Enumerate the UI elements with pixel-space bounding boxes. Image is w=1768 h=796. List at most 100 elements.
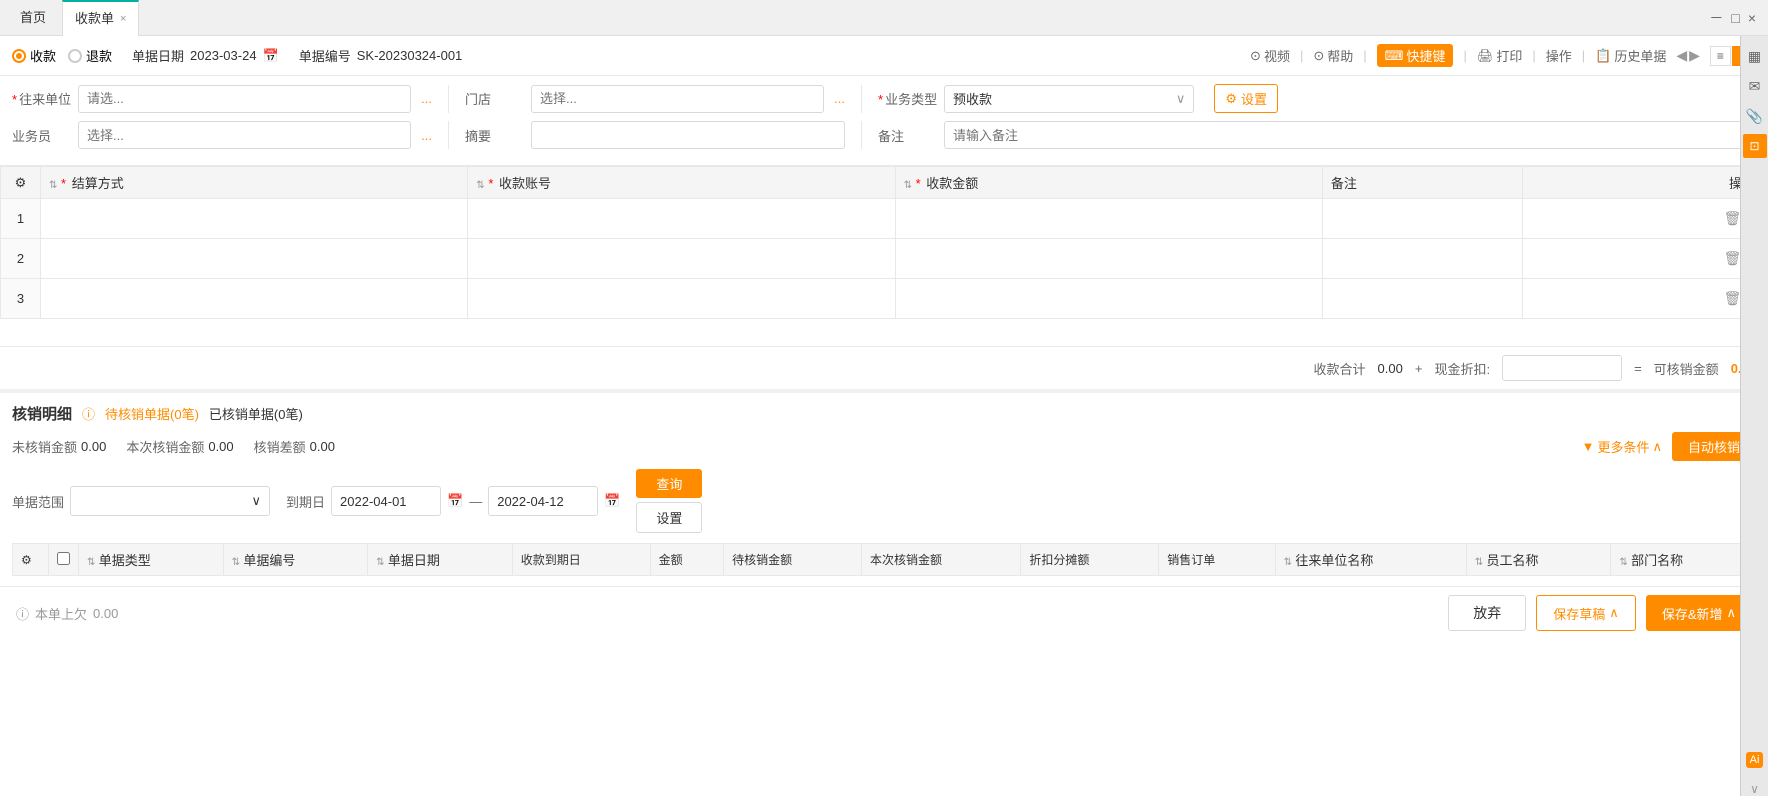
select-all-checkbox[interactable] [57,552,70,565]
more-conditions-label: 更多条件 [1597,437,1649,456]
table-row: 1 🗑 ⊞ [1,199,1768,239]
partner-input[interactable] [78,85,411,113]
current-value: 0.00 [208,439,233,454]
discount-input[interactable] [1502,355,1622,381]
toolbar-right: ⊙ 视频 | ⊙ 帮助 | ⌨ 快捷键 | 🖨 打印 | 操作 | [1250,44,1756,67]
remark-label: 备注 [878,126,938,145]
more-conditions-link[interactable]: ▼ 更多条件 ∧ [1582,437,1662,456]
row-3-settle[interactable] [41,279,468,319]
shortcut-action[interactable]: ⌨ 快捷键 [1377,44,1454,67]
table-settings-button[interactable]: 设置 [636,502,702,533]
save-draft-button[interactable]: 保存草稿 ∧ [1536,595,1636,631]
print-action[interactable]: 🖨 打印 [1477,46,1523,65]
close-button[interactable]: × [1748,8,1756,28]
radio-refund[interactable]: 退款 [68,46,112,65]
biztype-value: 预收款 [953,89,992,108]
calendar-from-icon[interactable]: 📅 [447,493,463,509]
verification-section: 核销明细 ⓘ 待核销单据(0笔) 已核销单据(0笔) 未核销金额 0.00 本次… [0,389,1768,586]
row-1-amount[interactable] [895,199,1322,239]
settings-label: 设置 [1241,89,1267,108]
help-action[interactable]: ⊙ 帮助 [1313,46,1353,65]
calendar-to-icon[interactable]: 📅 [604,493,620,509]
row-1-account[interactable] [468,199,895,239]
row-2-amount[interactable] [895,239,1322,279]
row-2-settle[interactable] [41,239,468,279]
current-label: 本次核销金额 [126,437,204,456]
row-3-amount[interactable] [895,279,1322,319]
row-3-account[interactable] [468,279,895,319]
minimize-button[interactable]: － [1709,8,1723,28]
staff-dots[interactable]: ... [421,128,432,143]
sidebar-email-icon[interactable]: ✉ [1743,74,1767,98]
col-amount-header: ⇅ * 收款金额 [895,167,1322,199]
list-view-btn[interactable]: ≡ [1710,46,1731,66]
staff-input[interactable] [78,121,411,149]
sidebar-table-icon[interactable]: ▦ [1743,44,1767,68]
row-1-remark[interactable] [1322,199,1522,239]
play-icon: ⊙ [1250,48,1261,64]
footer-note-value: 0.00 [93,606,118,621]
staff-sort-icon: ⇅ [1475,557,1483,568]
abandon-button[interactable]: 放弃 [1448,595,1526,631]
right-sidebar: ▦ ✉ 📎 ⊡ Ai ∨ [1740,36,1768,796]
query-button[interactable]: 查询 [636,469,702,498]
form-row-2: 业务员 ... 摘要 备注 [12,121,1756,149]
bottom-col-checkbox-header[interactable] [49,544,79,576]
row-1-settle[interactable] [41,199,468,239]
due-from-input[interactable] [331,486,441,516]
sidebar-clip-icon[interactable]: 📎 [1743,104,1767,128]
prev-arrow-icon[interactable]: ◀ [1676,47,1687,64]
col-settings-header[interactable]: ⚙ [1,167,41,199]
due-to-input[interactable] [488,486,598,516]
range-field: 单据范围 ∨ [12,486,270,516]
row-2-delete-icon[interactable]: 🗑 [1723,250,1741,267]
tab-home[interactable]: 首页 [4,0,62,36]
row-3-remark[interactable] [1322,279,1522,319]
row-2-account[interactable] [468,239,895,279]
discount-label: 现金折扣: [1434,359,1490,378]
divider-2 [861,85,862,113]
row-1-actions: 🗑 ⊞ [1523,199,1768,239]
bottom-col-settings-header[interactable]: ⚙ [13,544,49,576]
row-1-delete-icon[interactable]: 🗑 [1723,210,1741,227]
next-arrow-icon[interactable]: ▶ [1689,47,1700,64]
date-calendar-icon[interactable]: 📅 [263,48,279,64]
partner-dots[interactable]: ... [421,91,432,106]
receipt-type-radio-group: 收款 退款 [12,46,112,65]
table-row: 2 🗑 ⊞ [1,239,1768,279]
tab-current[interactable]: 收款单 × [62,0,139,36]
summary-field: 摘要 [465,121,845,149]
video-action[interactable]: ⊙ 视频 [1250,46,1290,65]
info-icon[interactable]: ⓘ [82,404,95,423]
row-2-actions: 🗑 ⊞ [1523,239,1768,279]
settings-icon[interactable]: ⚙ [15,175,27,190]
operations-action[interactable]: 操作 [1546,46,1572,65]
scroll-down-icon[interactable]: ∨ [1750,782,1759,796]
maximize-button[interactable]: □ [1731,8,1739,28]
verified-tab[interactable]: 已核销单据(0笔) [209,404,303,423]
pending-tab[interactable]: 待核销单据(0笔) [105,404,199,423]
range-select[interactable]: ∨ [70,486,270,516]
row-2-remark[interactable] [1322,239,1522,279]
bottom-col-order-header: 销售订单 [1159,544,1275,576]
settings-button[interactable]: ⚙ 设置 [1214,84,1278,113]
remark-input[interactable] [944,121,1756,149]
type-sort-icon: ⇅ [87,557,95,568]
tab-close-icon[interactable]: × [120,1,126,37]
save-new-button[interactable]: 保存&新增 ∧ [1646,595,1752,631]
sidebar-scan-icon[interactable]: ⊡ [1743,134,1767,158]
save-draft-label: 保存草稿 [1553,604,1605,623]
divider-3 [448,121,449,149]
store-dots[interactable]: ... [834,91,845,106]
row-3-delete-icon[interactable]: 🗑 [1723,290,1741,307]
radio-receipts[interactable]: 收款 [12,46,56,65]
store-input[interactable] [531,85,824,113]
summary-input[interactable] [531,121,845,149]
ai-badge[interactable]: Ai [1746,752,1764,768]
divider-1 [448,85,449,113]
biztype-select[interactable]: 预收款 ∨ [944,85,1194,113]
print-label: 打印 [1496,46,1522,65]
history-action[interactable]: 📋 历史单据 [1595,46,1666,65]
data-table-container: ⚙ ⇅ * 结算方式 ⇅ * 收款账号 ⇅ * 收款 [0,166,1768,346]
verifiable-label: 可核销金额 [1654,359,1719,378]
